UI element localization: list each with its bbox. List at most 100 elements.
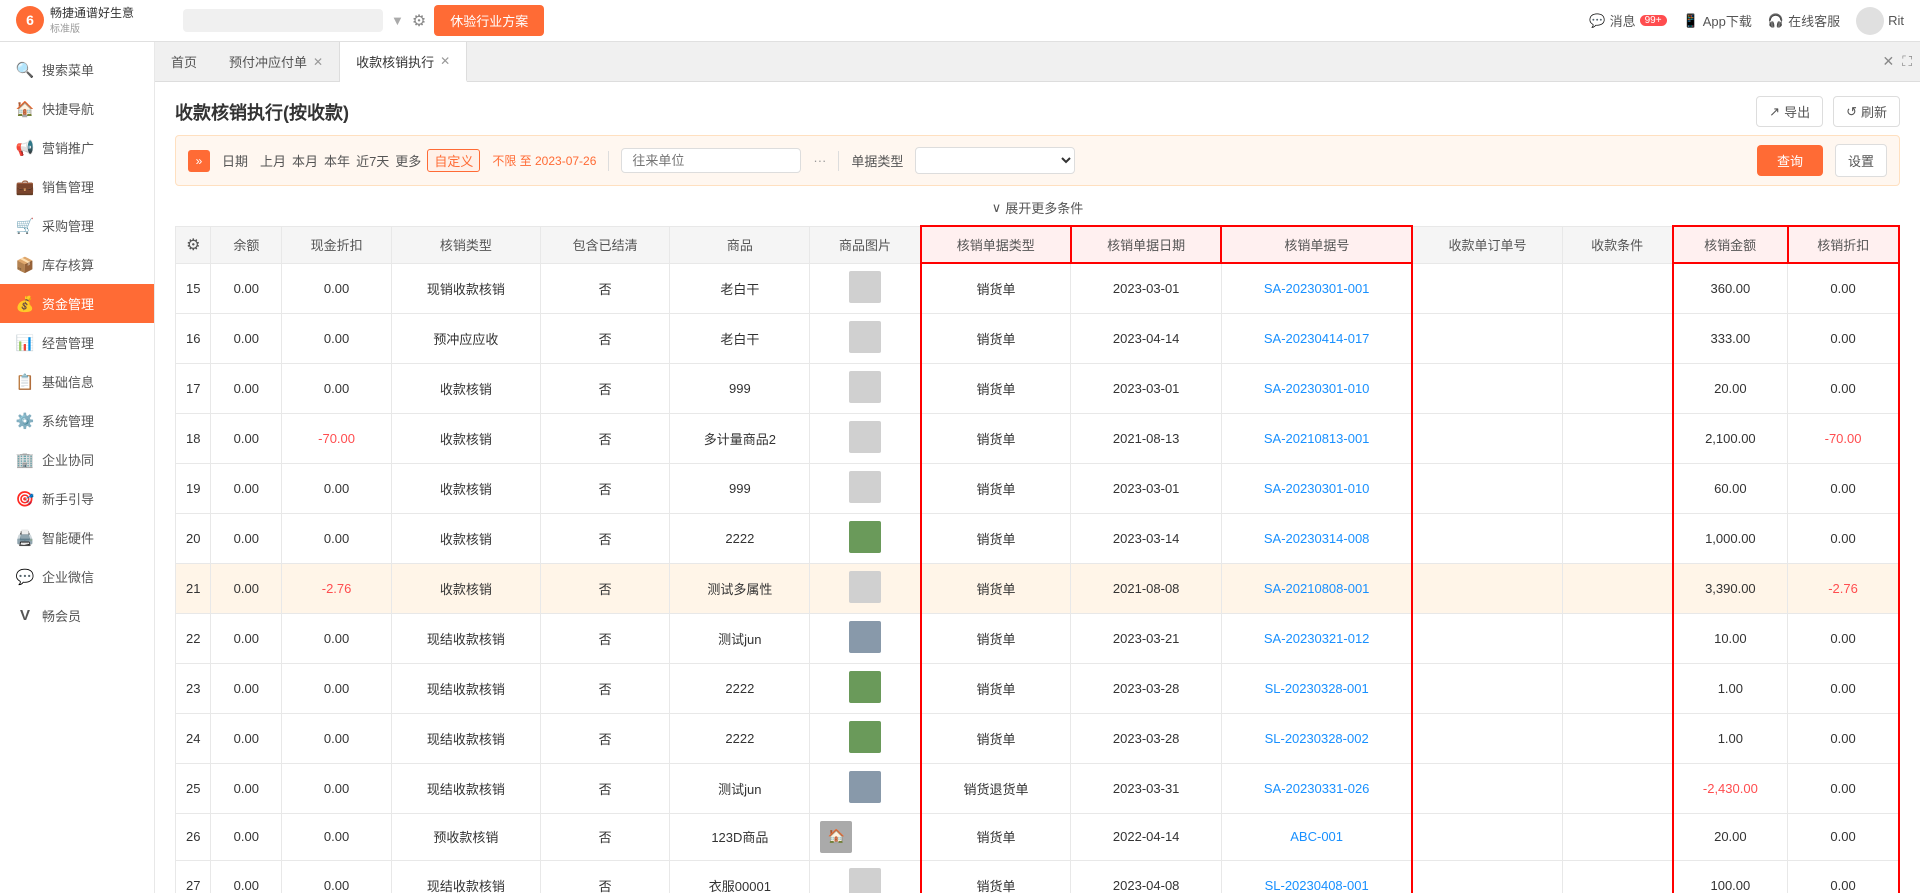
sidebar-item-fund[interactable]: 💰 资金管理	[0, 284, 154, 323]
company-filter-input[interactable]	[621, 148, 801, 173]
sidebar-item-enterprise[interactable]: 🏢 企业协同	[0, 440, 154, 479]
cell-writeoff-type: 现销收款核销	[391, 263, 540, 313]
tab-home[interactable]: 首页	[155, 42, 213, 82]
cell-writeoff-discount: -70.00	[1788, 413, 1899, 463]
sidebar-item-wechat[interactable]: 💬 企业微信	[0, 557, 154, 596]
sidebar-item-search-menu[interactable]: 🔍 搜索菜单	[0, 50, 154, 89]
receipt-no-link[interactable]: SA-20230331-026	[1264, 781, 1370, 796]
tab-prepay-close[interactable]: ✕	[313, 55, 323, 69]
cell-collection-condition	[1562, 563, 1673, 613]
cell-balance: 0.00	[211, 763, 282, 813]
tab-collection-close[interactable]: ✕	[440, 54, 450, 68]
message-btn[interactable]: 💬 消息 99+	[1589, 11, 1666, 30]
cell-balance: 0.00	[211, 363, 282, 413]
cell-goods: 2222	[670, 713, 810, 763]
online-service-btn[interactable]: 🎧 在线客服	[1768, 11, 1840, 30]
receipt-no-link[interactable]: ABC-001	[1290, 829, 1343, 844]
cell-collection-condition	[1562, 663, 1673, 713]
cell-receipt-type: 销货退货单	[921, 763, 1071, 813]
cell-include-settled: 否	[540, 413, 669, 463]
industry-btn[interactable]: 休验行业方案	[434, 5, 544, 36]
export-btn[interactable]: ↗ 导出	[1756, 96, 1823, 127]
cell-include-settled: 否	[540, 363, 669, 413]
receipt-no-link[interactable]: SA-20230301-010	[1264, 481, 1370, 496]
gear-icon[interactable]: ⚙	[412, 11, 426, 31]
logo-name: 畅捷通谱好生意	[50, 6, 134, 20]
date-option-this-year[interactable]: 本年	[324, 151, 350, 170]
sidebar-item-basic-info[interactable]: 📋 基础信息	[0, 362, 154, 401]
sidebar-item-inventory[interactable]: 📦 库存核算	[0, 245, 154, 284]
user-area[interactable]: Rit	[1856, 7, 1904, 35]
receipt-no-link[interactable]: SL-20230408-001	[1265, 878, 1369, 893]
app-download-btn[interactable]: 📱 App下载	[1683, 11, 1752, 30]
sidebar-item-sys[interactable]: ⚙️ 系统管理	[0, 401, 154, 440]
receipt-no-link[interactable]: SA-20230321-012	[1264, 631, 1370, 646]
query-btn[interactable]: 查询	[1757, 145, 1823, 176]
sidebar-item-quick-nav[interactable]: 🏠 快捷导航	[0, 89, 154, 128]
sidebar-item-smart-hw[interactable]: 🖨️ 智能硬件	[0, 518, 154, 557]
sidebar-label-quick-nav: 快捷导航	[42, 99, 94, 118]
date-option-last-month[interactable]: 上月	[260, 151, 286, 170]
cell-goods-img: 🏠	[810, 813, 921, 860]
date-option-this-month[interactable]: 本月	[292, 151, 318, 170]
sidebar-item-sales[interactable]: 💼 销售管理	[0, 167, 154, 206]
sidebar-item-vip[interactable]: V 畅会员	[0, 596, 154, 635]
maximize-icon[interactable]: ⛶	[1902, 53, 1912, 70]
receipt-type-select[interactable]	[915, 147, 1075, 174]
cell-cash-discount: 0.00	[282, 763, 392, 813]
cell-goods-img	[810, 513, 921, 563]
receipt-no-link[interactable]: SA-20230414-017	[1264, 331, 1370, 346]
cell-receipt-no: SA-20230301-001	[1221, 263, 1412, 313]
date-option-more[interactable]: 更多	[395, 151, 421, 170]
cell-receipt-no: SL-20230328-002	[1221, 713, 1412, 763]
cell-include-settled: 否	[540, 613, 669, 663]
cell-writeoff-discount: 0.00	[1788, 263, 1899, 313]
date-option-7days[interactable]: 近7天	[356, 151, 389, 170]
table-row: 21 0.00 -2.76 收款核销 否 测试多属性 销货单 2021-08-0…	[176, 563, 1900, 613]
tab-collection-writeoff[interactable]: 收款核销执行 ✕	[340, 42, 467, 82]
header-actions: ↗ 导出 ↺ 刷新	[1756, 96, 1900, 127]
sidebar-item-biz[interactable]: 📊 经营管理	[0, 323, 154, 362]
sidebar-item-marketing[interactable]: 📢 营销推广	[0, 128, 154, 167]
expand-more-bar: ∨ 展开更多条件	[175, 194, 1900, 221]
cell-writeoff-discount: 0.00	[1788, 713, 1899, 763]
cell-cash-discount: 0.00	[282, 513, 392, 563]
tab-prepay[interactable]: 预付冲应付单 ✕	[213, 42, 340, 82]
dropdown-arrow-icon[interactable]: ▼	[391, 13, 404, 28]
receipt-no-link[interactable]: SL-20230328-002	[1265, 731, 1369, 746]
cell-collection-order	[1412, 263, 1562, 313]
sidebar-item-purchase[interactable]: 🛒 采购管理	[0, 206, 154, 245]
cell-receipt-type: 销货单	[921, 663, 1071, 713]
top-search-area: ▼ ⚙ 休验行业方案	[183, 5, 1577, 36]
receipt-no-link[interactable]: SA-20210813-001	[1264, 431, 1370, 446]
cell-goods-img	[810, 563, 921, 613]
sidebar-item-beginner[interactable]: 🎯 新手引导	[0, 479, 154, 518]
settings-btn[interactable]: 设置	[1835, 144, 1887, 177]
receipt-no-link[interactable]: SL-20230328-001	[1265, 681, 1369, 696]
table-settings-icon[interactable]: ⚙	[186, 237, 200, 254]
date-option-custom[interactable]: 自定义	[427, 149, 480, 172]
receipt-no-link[interactable]: SA-20230301-001	[1264, 281, 1370, 296]
cell-no: 23	[176, 663, 211, 713]
cell-writeoff-amount: 10.00	[1673, 613, 1788, 663]
sales-icon: 💼	[16, 178, 34, 196]
cell-include-settled: 否	[540, 563, 669, 613]
close-all-icon[interactable]: ✕	[1882, 53, 1894, 70]
cell-collection-order	[1412, 763, 1562, 813]
top-search-input[interactable]	[183, 9, 383, 32]
table-row: 22 0.00 0.00 现结收款核销 否 测试jun 销货单 2023-03-…	[176, 613, 1900, 663]
expand-more-btn[interactable]: ∨ 展开更多条件	[992, 198, 1084, 217]
sidebar: 🔍 搜索菜单 🏠 快捷导航 📢 营销推广 💼 销售管理 🛒 采购管理 📦	[0, 42, 155, 893]
receipt-no-link[interactable]: SA-20210808-001	[1264, 581, 1370, 596]
refresh-btn[interactable]: ↺ 刷新	[1833, 96, 1900, 127]
phone-icon: 📱	[1683, 13, 1699, 29]
cell-receipt-date: 2023-03-01	[1071, 463, 1221, 513]
filter-expand-arrow[interactable]: »	[188, 150, 210, 172]
receipt-no-link[interactable]: SA-20230301-010	[1264, 381, 1370, 396]
table-header-row: ⚙ 余额 现金折扣 核销类型 包含已结清 商品 商品图片 核销单据类型 核销单据…	[176, 226, 1900, 263]
cell-include-settled: 否	[540, 263, 669, 313]
cell-receipt-no: SA-20210808-001	[1221, 563, 1412, 613]
col-header-settings[interactable]: ⚙	[176, 226, 211, 263]
cell-writeoff-amount: -2,430.00	[1673, 763, 1788, 813]
receipt-no-link[interactable]: SA-20230314-008	[1264, 531, 1370, 546]
